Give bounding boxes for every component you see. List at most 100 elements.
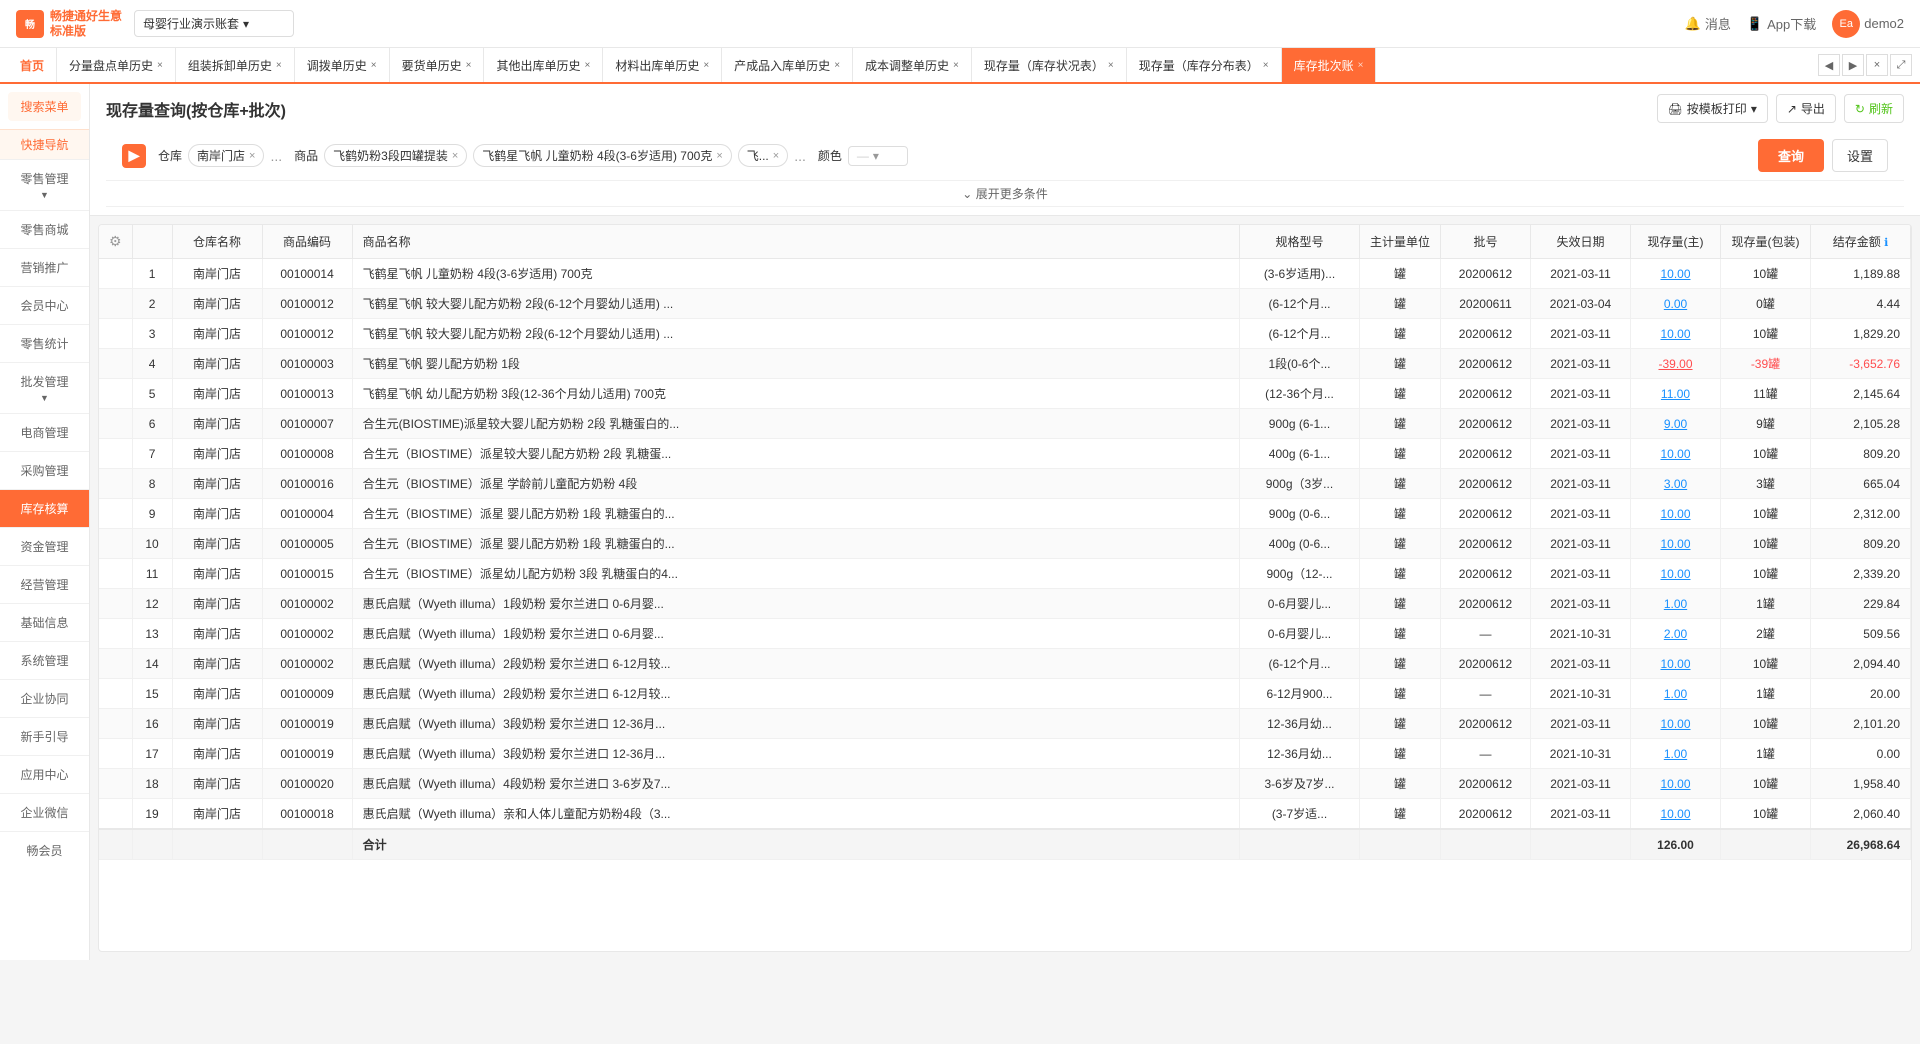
row-qty-main[interactable]: 1.00: [1631, 679, 1721, 709]
remove-product-tag-3[interactable]: ×: [773, 150, 779, 162]
tab-home[interactable]: 首页: [8, 48, 57, 82]
tab-zuzhangchaijian[interactable]: 组装拆卸单历史 ×: [176, 48, 295, 82]
sidebar-item-member-center[interactable]: 会员中心: [0, 286, 89, 324]
remove-warehouse-tag[interactable]: ×: [249, 150, 255, 162]
sidebar-item-app-center[interactable]: 应用中心: [0, 755, 89, 793]
expand-more-btn[interactable]: ⌄ 展开更多条件: [962, 185, 1047, 202]
row-qty-main[interactable]: 11.00: [1631, 379, 1721, 409]
export-icon: ↗: [1787, 102, 1797, 116]
row-warehouse: 南岸门店: [172, 409, 262, 439]
close-icon[interactable]: ×: [157, 60, 163, 71]
row-qty-main[interactable]: 10.00: [1631, 799, 1721, 830]
row-qty-main[interactable]: 10.00: [1631, 319, 1721, 349]
sidebar-item-retail-mall[interactable]: 零售商城: [0, 210, 89, 248]
user-avatar[interactable]: Ea demo2: [1832, 10, 1904, 38]
row-qty-main[interactable]: 10.00: [1631, 649, 1721, 679]
row-qty-main[interactable]: 10.00: [1631, 499, 1721, 529]
warehouse-filter-tag[interactable]: 南岸门店 ×: [188, 144, 264, 167]
sidebar-item-basic-info[interactable]: 基础信息: [0, 603, 89, 641]
close-icon[interactable]: ×: [1108, 60, 1114, 71]
sidebar-item-changhui[interactable]: 畅会员: [0, 831, 89, 869]
nav-next-arrow[interactable]: ▶: [1842, 54, 1864, 76]
sidebar-item-marketing[interactable]: 营销推广: [0, 248, 89, 286]
row-qty-main[interactable]: -39.00: [1631, 349, 1721, 379]
row-qty-main[interactable]: 10.00: [1631, 709, 1721, 739]
sidebar-item-retail-mgmt[interactable]: 零售管理 ▼: [0, 159, 89, 210]
close-icon[interactable]: ×: [371, 60, 377, 71]
row-qty-main[interactable]: 10.00: [1631, 529, 1721, 559]
sidebar-item-operations[interactable]: 经营管理: [0, 565, 89, 603]
row-qty-main[interactable]: 3.00: [1631, 469, 1721, 499]
col-settings-header[interactable]: ⚙: [99, 225, 132, 259]
row-qty-main[interactable]: 9.00: [1631, 409, 1721, 439]
row-qty-pkg: 1罐: [1721, 679, 1811, 709]
close-icon[interactable]: ×: [276, 60, 282, 71]
sidebar-item-retail-stats[interactable]: 零售统计: [0, 324, 89, 362]
nav-prev-arrow[interactable]: ◀: [1818, 54, 1840, 76]
close-icon[interactable]: ×: [1358, 60, 1364, 71]
refresh-btn[interactable]: ↻ 刷新: [1844, 94, 1904, 123]
row-qty-main[interactable]: 10.00: [1631, 259, 1721, 289]
sidebar-item-purchase[interactable]: 采购管理: [0, 451, 89, 489]
tab-cailiaochuku[interactable]: 材料出库单历史 ×: [603, 48, 722, 82]
product-more-btn[interactable]: ...: [794, 148, 806, 164]
org-selector[interactable]: 母婴行业演示账套 ▾: [134, 10, 294, 37]
row-qty-main[interactable]: 1.00: [1631, 589, 1721, 619]
export-btn[interactable]: ↗ 导出: [1776, 94, 1836, 123]
tab-chanpinruku[interactable]: 产成品入库单历史 ×: [722, 48, 853, 82]
sidebar-item-collab[interactable]: 企业协同: [0, 679, 89, 717]
row-qty-main[interactable]: 0.00: [1631, 289, 1721, 319]
row-qty-main[interactable]: 10.00: [1631, 439, 1721, 469]
close-icon[interactable]: ×: [1263, 60, 1269, 71]
sidebar-item-sys-mgmt[interactable]: 系统管理: [0, 641, 89, 679]
tab-qitachuku[interactable]: 其他出库单历史 ×: [484, 48, 603, 82]
row-name: 飞鹤星飞帆 较大婴儿配方奶粉 2段(6-12个月婴幼儿适用) ...: [352, 289, 1239, 319]
row-expire: 2021-03-11: [1531, 439, 1631, 469]
tab-diaobodanls[interactable]: 调拨单历史 ×: [295, 48, 390, 82]
tab-xiancunliang1[interactable]: 现存量（库存状况表） ×: [972, 48, 1127, 82]
filter-expand-btn[interactable]: ▶: [122, 144, 146, 168]
template-print-btn[interactable]: 🖨 按模板打印 ▾: [1657, 94, 1768, 123]
close-icon[interactable]: ×: [953, 60, 959, 71]
sidebar-item-wholesale[interactable]: 批发管理 ▼: [0, 362, 89, 413]
nav-fullscreen[interactable]: ⤢: [1890, 54, 1912, 76]
settings-btn[interactable]: 设置: [1832, 139, 1888, 172]
quick-nav-btn[interactable]: 快捷导航: [0, 129, 89, 159]
tab-yaohuo[interactable]: 要货单历史 ×: [390, 48, 485, 82]
row-spec: (6-12个月...: [1239, 649, 1359, 679]
tab-chenbenzhengdan[interactable]: 成本调整单历史 ×: [853, 48, 972, 82]
info-icon[interactable]: ℹ: [1884, 237, 1888, 249]
tab-xiancunliang2[interactable]: 现存量（库存分布表） ×: [1127, 48, 1282, 82]
nav-close-all[interactable]: ×: [1866, 54, 1888, 76]
color-filter-dropdown[interactable]: — ▾: [848, 146, 908, 166]
row-batch: 20200612: [1441, 769, 1531, 799]
sidebar-item-wecom[interactable]: 企业微信: [0, 793, 89, 831]
close-icon[interactable]: ×: [584, 60, 590, 71]
product-filter-tag-3[interactable]: 飞... ×: [738, 144, 788, 167]
row-amount: 0.00: [1811, 739, 1911, 769]
warehouse-more-btn[interactable]: ...: [270, 148, 282, 164]
app-download-btn[interactable]: 📱 App下载: [1747, 14, 1816, 33]
sidebar-item-inventory[interactable]: 库存核算: [0, 489, 89, 527]
sidebar-item-guide[interactable]: 新手引导: [0, 717, 89, 755]
remove-product-tag-1[interactable]: ×: [452, 150, 458, 162]
row-qty-main[interactable]: 2.00: [1631, 619, 1721, 649]
row-qty-main[interactable]: 10.00: [1631, 559, 1721, 589]
sidebar-item-ecommerce[interactable]: 电商管理: [0, 413, 89, 451]
remove-product-tag-2[interactable]: ×: [716, 150, 722, 162]
product-filter-tag-1[interactable]: 飞鹤奶粉3段四罐提装 ×: [324, 144, 467, 167]
close-icon[interactable]: ×: [834, 60, 840, 71]
row-qty-main[interactable]: 1.00: [1631, 739, 1721, 769]
query-btn[interactable]: 查询: [1758, 139, 1824, 172]
close-icon[interactable]: ×: [466, 60, 472, 71]
row-expire: 2021-03-11: [1531, 259, 1631, 289]
tab-kucunpicizh[interactable]: 库存批次账 ×: [1282, 48, 1377, 82]
messages-btn[interactable]: 🔔 消息: [1685, 14, 1731, 33]
product-filter-tag-2[interactable]: 飞鹤星飞帆 儿童奶粉 4段(3-6岁适用) 700克 ×: [473, 144, 731, 167]
close-icon[interactable]: ×: [703, 60, 709, 71]
table-row: 10 南岸门店 00100005 合生元（BIOSTIME）派星 婴儿配方奶粉 …: [99, 529, 1911, 559]
search-menu-btn[interactable]: 搜索菜单: [8, 92, 81, 121]
sidebar-item-finance[interactable]: 资金管理: [0, 527, 89, 565]
tab-fenliangpandian[interactable]: 分量盘点单历史 ×: [57, 48, 176, 82]
row-qty-main[interactable]: 10.00: [1631, 769, 1721, 799]
